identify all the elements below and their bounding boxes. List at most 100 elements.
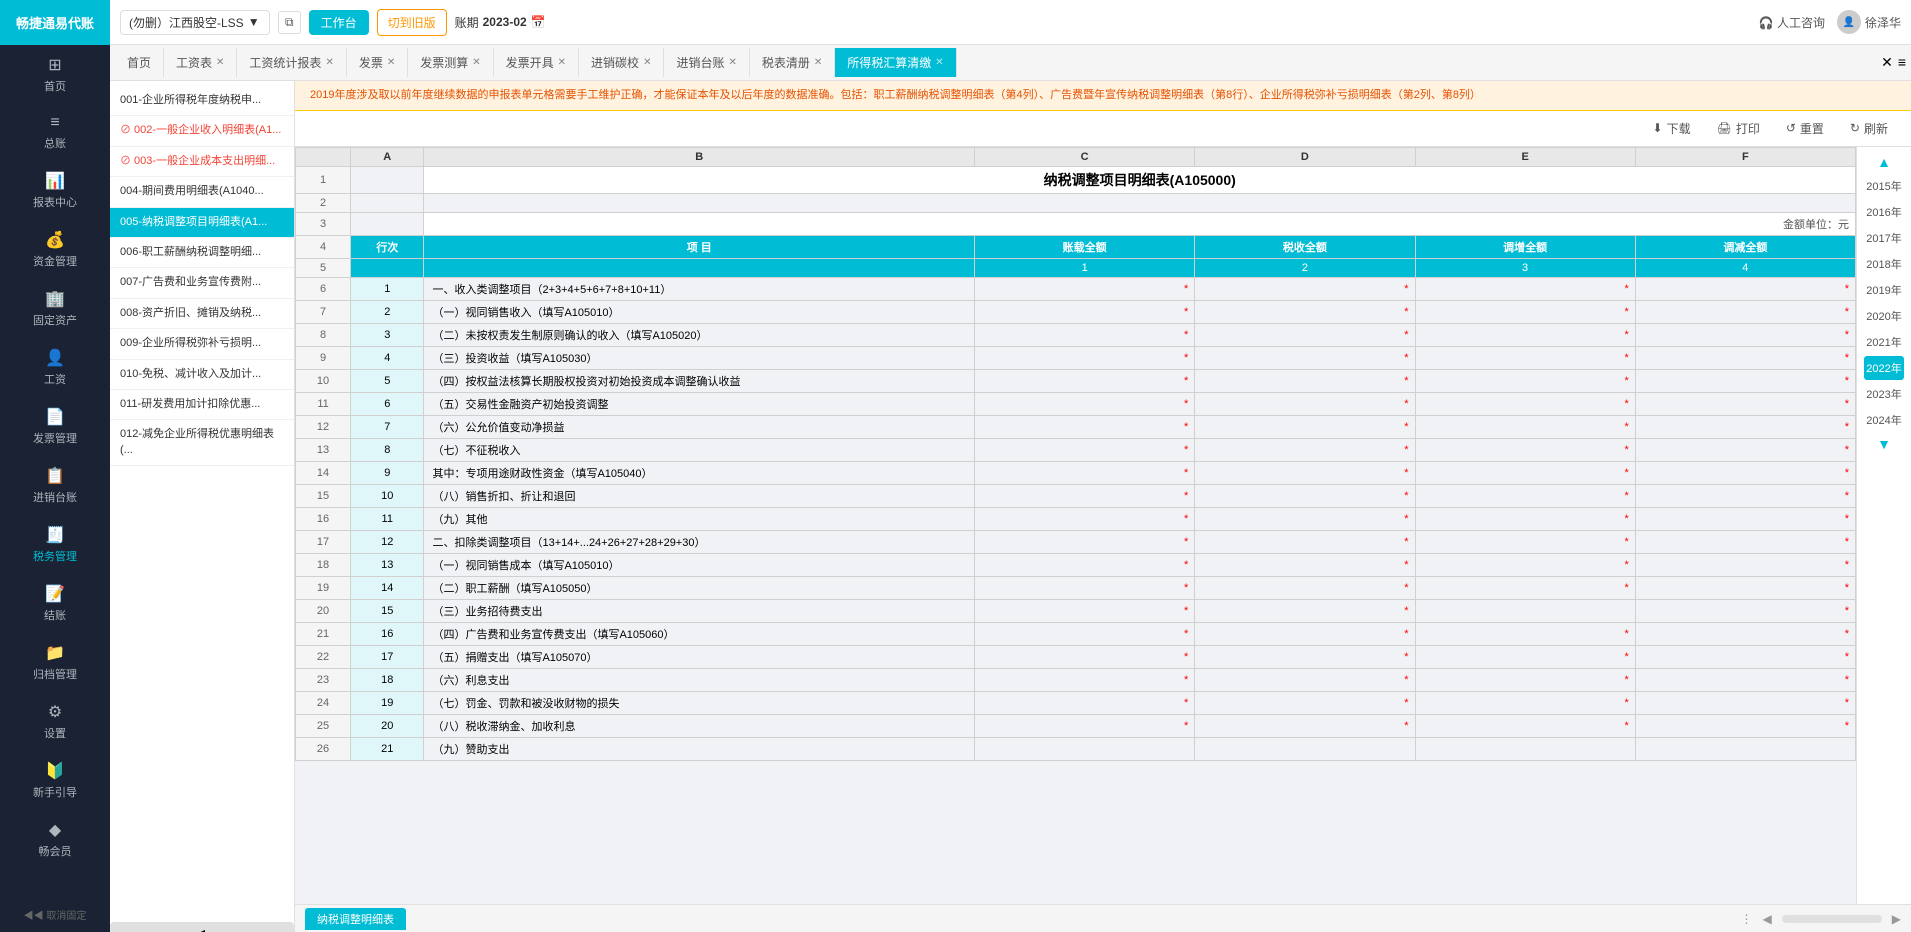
data-cell[interactable]: * xyxy=(1635,392,1855,415)
sheet-tab[interactable]: 纳税调整明细表 xyxy=(305,908,406,930)
data-cell[interactable]: * xyxy=(1415,392,1635,415)
data-cell[interactable]: * xyxy=(975,346,1195,369)
data-cell[interactable]: * xyxy=(975,392,1195,415)
data-cell[interactable]: * xyxy=(1415,300,1635,323)
tab-invoice-calc[interactable]: 发票测算✕ xyxy=(408,48,493,77)
data-cell[interactable]: * xyxy=(1415,645,1635,668)
tab-close-payroll[interactable]: ✕ xyxy=(216,57,224,68)
hang-cell[interactable]: 6 xyxy=(351,392,424,415)
sidebar-item-purchase-sales[interactable]: 📋 进销台账 xyxy=(0,456,110,515)
tab-home[interactable]: 首页 xyxy=(115,48,164,77)
sidebar-item-settings[interactable]: ⚙ 设置 xyxy=(0,692,110,751)
year-scroll-up[interactable]: ▲ xyxy=(1869,152,1899,172)
tab-close-invoice-calc[interactable]: ✕ xyxy=(472,57,480,68)
hang-cell[interactable]: 15 xyxy=(351,599,424,622)
data-cell[interactable]: * xyxy=(975,530,1195,553)
data-cell[interactable]: * xyxy=(1635,323,1855,346)
data-cell[interactable]: * xyxy=(1635,645,1855,668)
project-cell[interactable]: （六）公允价值变动净损益 xyxy=(424,415,975,438)
data-cell[interactable]: * xyxy=(1195,484,1415,507)
sheet-container[interactable]: A B C D E F 1 xyxy=(295,147,1856,905)
data-cell[interactable]: * xyxy=(1195,277,1415,300)
year-scroll-down[interactable]: ▼ xyxy=(1869,434,1899,454)
left-item-010[interactable]: 010-免税、减计收入及加计... xyxy=(110,360,294,390)
data-cell[interactable]: * xyxy=(1195,369,1415,392)
sidebar-item-assets[interactable]: 🏢 固定资产 xyxy=(0,279,110,338)
year-2022[interactable]: 2022年 xyxy=(1864,356,1904,380)
tab-close-invoice[interactable]: ✕ xyxy=(387,57,395,68)
year-2018[interactable]: 2018年 xyxy=(1864,252,1904,276)
project-cell[interactable]: （一）视同销售收入（填写A105010） xyxy=(424,300,975,323)
left-item-003[interactable]: ⊘ 003-一般企业成本支出明细... xyxy=(110,147,294,177)
tab-payroll[interactable]: 工资表✕ xyxy=(164,48,237,77)
project-cell[interactable]: 其中：专项用途财政性资金（填写A105040） xyxy=(424,461,975,484)
hang-cell[interactable]: 21 xyxy=(351,737,424,760)
left-item-001[interactable]: 001-企业所得税年度纳税申... xyxy=(110,86,294,116)
workbench-button[interactable]: 工作台 xyxy=(309,10,369,35)
data-cell[interactable]: * xyxy=(1195,576,1415,599)
cell[interactable] xyxy=(351,193,424,212)
data-cell[interactable]: * xyxy=(975,645,1195,668)
project-cell[interactable]: 一、收入类调整项目（2+3+4+5+6+7+8+10+11） xyxy=(424,277,975,300)
data-cell[interactable]: * xyxy=(1635,668,1855,691)
project-cell[interactable]: （六）利息支出 xyxy=(424,668,975,691)
sidebar-item-member[interactable]: ◆ 畅会员 xyxy=(0,810,110,869)
data-cell[interactable]: * xyxy=(1415,668,1635,691)
year-2020[interactable]: 2020年 xyxy=(1864,304,1904,328)
old-version-button[interactable]: 切到旧版 xyxy=(377,9,447,36)
data-cell[interactable]: * xyxy=(975,438,1195,461)
project-cell[interactable]: （九）赞助支出 xyxy=(424,737,975,760)
data-cell[interactable]: * xyxy=(1635,369,1855,392)
data-cell[interactable]: * xyxy=(1195,622,1415,645)
cell[interactable] xyxy=(351,166,424,193)
hang-cell[interactable]: 20 xyxy=(351,714,424,737)
data-cell[interactable]: * xyxy=(1195,691,1415,714)
project-cell[interactable]: （八）销售折扣、折让和退回 xyxy=(424,484,975,507)
data-cell[interactable]: * xyxy=(1635,714,1855,737)
data-cell[interactable]: * xyxy=(1195,300,1415,323)
data-cell[interactable]: * xyxy=(1635,461,1855,484)
hang-cell[interactable]: 12 xyxy=(351,530,424,553)
sidebar-item-ledger[interactable]: ≡ 总账 xyxy=(0,104,110,161)
sidebar-unpin-button[interactable]: ◀◀ 取消固定 xyxy=(0,897,110,932)
hang-cell[interactable]: 13 xyxy=(351,553,424,576)
tab-close-tax-settlement[interactable]: ✕ xyxy=(935,57,943,68)
data-cell[interactable]: * xyxy=(1415,438,1635,461)
hang-cell[interactable]: 1 xyxy=(351,277,424,300)
project-cell[interactable]: 二、扣除类调整项目（13+14+...24+26+27+28+29+30） xyxy=(424,530,975,553)
tab-close-tax-table[interactable]: ✕ xyxy=(814,57,822,68)
left-item-005[interactable]: 005-纳税调整项目明细表(A1... xyxy=(110,208,294,238)
data-cell[interactable]: * xyxy=(1195,392,1415,415)
project-cell[interactable]: （五）交易性金融资产初始投资调整 xyxy=(424,392,975,415)
data-cell[interactable]: * xyxy=(975,622,1195,645)
data-cell[interactable]: * xyxy=(1415,277,1635,300)
data-cell[interactable]: * xyxy=(1195,438,1415,461)
tab-close-invoice-open[interactable]: ✕ xyxy=(558,57,566,68)
data-cell[interactable]: * xyxy=(1195,323,1415,346)
data-cell[interactable]: * xyxy=(975,484,1195,507)
right-scroll-icon[interactable]: ▶ xyxy=(1892,912,1901,926)
hang-cell[interactable]: 4 xyxy=(351,346,424,369)
data-cell[interactable]: * xyxy=(1635,415,1855,438)
sidebar-item-archive[interactable]: 📁 归档管理 xyxy=(0,633,110,692)
data-cell[interactable] xyxy=(1415,599,1635,622)
hang-cell[interactable]: 2 xyxy=(351,300,424,323)
project-cell[interactable]: （四）广告费和业务宣传费支出（填写A105060） xyxy=(424,622,975,645)
calendar-icon[interactable]: 📅 xyxy=(531,15,546,29)
data-cell[interactable] xyxy=(975,737,1195,760)
sidebar-item-home[interactable]: ⊞ 首页 xyxy=(0,45,110,104)
cell[interactable] xyxy=(351,212,424,235)
close-all-icon[interactable]: ✕ xyxy=(1881,54,1893,71)
year-2023[interactable]: 2023年 xyxy=(1864,382,1904,406)
tab-close-purchase-ledger[interactable]: ✕ xyxy=(728,57,736,68)
data-cell[interactable]: * xyxy=(975,599,1195,622)
left-item-007[interactable]: 007-广告费和业务宣传费附... xyxy=(110,268,294,298)
data-cell[interactable]: * xyxy=(1415,530,1635,553)
data-cell[interactable]: * xyxy=(1635,346,1855,369)
project-cell[interactable]: （八）税收滞纳金、加收利息 xyxy=(424,714,975,737)
year-2017[interactable]: 2017年 xyxy=(1864,226,1904,250)
hang-cell[interactable]: 3 xyxy=(351,323,424,346)
project-cell[interactable]: （九）其他 xyxy=(424,507,975,530)
data-cell[interactable]: * xyxy=(1635,530,1855,553)
left-item-009[interactable]: 009-企业所得税弥补亏损明... xyxy=(110,329,294,359)
